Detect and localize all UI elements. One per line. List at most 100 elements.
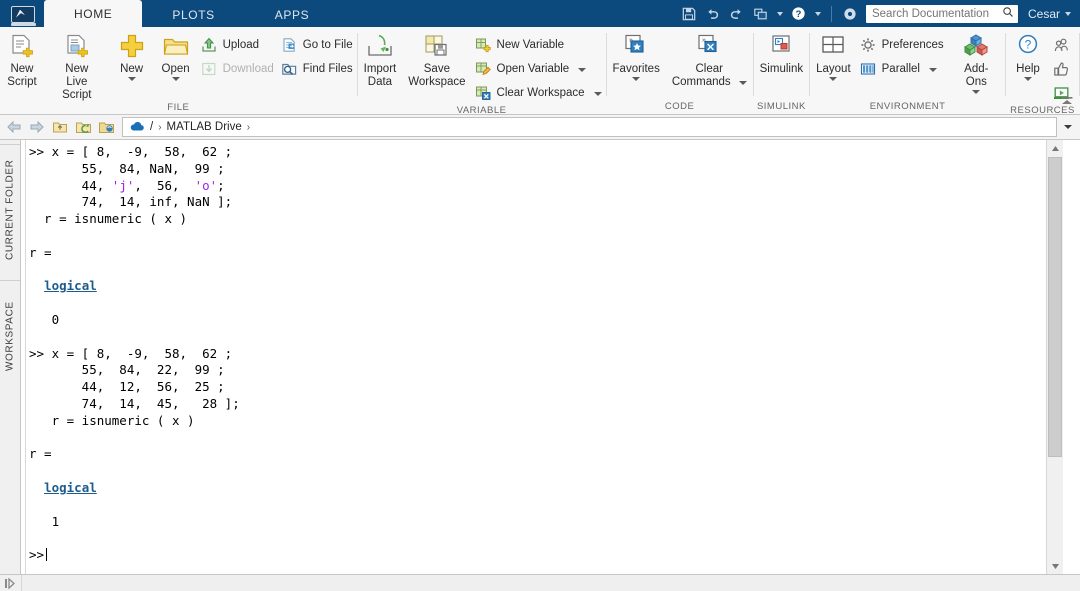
open-variable-button[interactable]: Open Variable	[472, 57, 606, 81]
search-documentation-box[interactable]	[865, 4, 1018, 23]
layout-caret-icon[interactable]	[829, 77, 837, 81]
go-to-file-icon	[280, 36, 298, 54]
preferences-button[interactable]: Preferences	[857, 33, 948, 57]
refresh-folder-icon[interactable]	[73, 117, 93, 137]
new-variable-icon	[474, 36, 492, 54]
new-script-button[interactable]: New Script	[0, 31, 44, 89]
cloud-dot-icon[interactable]	[839, 3, 861, 25]
feedback-button[interactable]	[1050, 57, 1079, 81]
up-folder-icon[interactable]	[50, 117, 70, 137]
doc-link[interactable]: logical	[44, 278, 97, 293]
toolbar-divider	[830, 5, 832, 22]
help-button[interactable]: ? Help	[1006, 31, 1050, 81]
import-data-button[interactable]: Import Data	[358, 31, 403, 89]
new-live-script-button[interactable]: New Live Script	[44, 31, 110, 102]
window-layout-caret-icon[interactable]	[774, 3, 786, 25]
open-button[interactable]: Open	[154, 31, 198, 81]
find-files-label: Find Files	[302, 63, 353, 75]
help-caret-icon-ribbon[interactable]	[1024, 77, 1032, 81]
tab-home[interactable]: HOME	[44, 0, 143, 27]
crumb-matlab-drive[interactable]: MATLAB Drive	[167, 121, 242, 133]
forward-arrow-icon[interactable]	[27, 117, 47, 137]
command-window-output[interactable]: >> x = [ 8, -9, 58, 62 ; 55, 84, NaN, 99…	[21, 140, 1046, 574]
open-caret-icon[interactable]	[172, 77, 180, 81]
command-line: 0	[29, 312, 1046, 329]
download-button[interactable]: Download	[198, 57, 278, 81]
sidebar-item-workspace[interactable]: WORKSPACE	[0, 280, 20, 392]
sidebar-item-current-folder-label: CURRENT FOLDER	[4, 159, 16, 260]
parallel-caret-icon[interactable]	[929, 63, 937, 75]
window-layout-icon[interactable]	[750, 3, 772, 25]
redo-arrow-icon[interactable]	[726, 3, 748, 25]
save-icon[interactable]	[678, 3, 700, 25]
favorites-caret-icon[interactable]	[632, 77, 640, 81]
command-window-scrollbar[interactable]	[1046, 140, 1063, 574]
ribbon-group-environment: Layout Preferences Parallel Add-Ons ENVI…	[810, 27, 1005, 115]
parallel-button[interactable]: Parallel	[857, 57, 948, 81]
scrollbar-thumb[interactable]	[1048, 157, 1062, 457]
open-folder-icon	[162, 31, 190, 61]
simulink-button[interactable]: Simulink	[754, 31, 809, 76]
open-variable-caret-icon[interactable]	[578, 63, 586, 75]
tab-plots[interactable]: PLOTS	[142, 2, 244, 27]
help-caret-icon[interactable]	[812, 3, 824, 25]
ribbon-collapse-icon[interactable]	[1059, 94, 1075, 110]
command-line: r =	[29, 245, 1046, 262]
ribbon-group-simulink-label: SIMULINK	[756, 101, 806, 112]
search-input[interactable]	[869, 6, 1002, 21]
tab-apps[interactable]: APPS	[245, 2, 339, 27]
new-variable-button[interactable]: New Variable	[472, 33, 606, 57]
add-ons-cubes-icon	[962, 31, 990, 61]
undo-arrow-icon[interactable]	[702, 3, 724, 25]
command-window[interactable]: >> x = [ 8, -9, 58, 62 ; 55, 84, NaN, 99…	[21, 140, 1063, 574]
upload-label: Upload	[222, 39, 260, 51]
search-icon[interactable]	[1002, 5, 1014, 23]
expand-panel-icon[interactable]	[0, 577, 21, 589]
new-caret-icon[interactable]	[128, 77, 136, 81]
ribbon-tabs: HOME PLOTS APPS	[44, 0, 339, 27]
add-ons-button[interactable]: Add-Ons	[948, 31, 1005, 94]
browse-folder-icon[interactable]	[96, 117, 116, 137]
clear-commands-caret-icon[interactable]	[739, 76, 747, 89]
address-bar[interactable]: / › MATLAB Drive ›	[122, 117, 1057, 137]
address-dropdown-icon[interactable]	[1060, 117, 1076, 137]
help-label: Help	[1016, 63, 1040, 75]
left-dock-tabs: CURRENT FOLDER WORKSPACE	[0, 140, 21, 574]
clear-workspace-caret-icon[interactable]	[594, 87, 602, 99]
layout-button[interactable]: Layout	[810, 31, 857, 81]
command-blank-line	[29, 262, 1046, 279]
add-ons-caret-icon[interactable]	[972, 90, 980, 94]
ribbon-group-file: New Script New Live Script New Open Uplo…	[0, 27, 357, 115]
community-button[interactable]	[1050, 33, 1079, 57]
title-bar: HOME PLOTS APPS ? Search Documentation C…	[0, 0, 1080, 27]
preferences-label: Preferences	[881, 39, 944, 51]
code-text: 0	[29, 311, 60, 327]
find-files-button[interactable]: Find Files	[278, 57, 357, 81]
code-text: r =	[29, 446, 52, 462]
code-text: ;	[217, 177, 225, 193]
doc-link[interactable]: logical	[44, 480, 97, 495]
upload-button[interactable]: Upload	[198, 33, 278, 57]
code-text: >> x = [ 8, -9, 58, 62 ;	[29, 144, 233, 159]
favorites-button[interactable]: » Favorites	[607, 31, 666, 81]
user-menu-caret-icon[interactable]	[1062, 3, 1074, 25]
scroll-down-button[interactable]	[1047, 558, 1063, 574]
clear-workspace-button[interactable]: Clear Workspace	[472, 81, 606, 105]
ribbon: New Script New Live Script New Open Uplo…	[0, 27, 1080, 116]
help-question-icon[interactable]: ?	[788, 3, 810, 25]
file-small-col-2: Go to File Find Files	[278, 31, 357, 81]
crumb-root[interactable]: /	[150, 121, 153, 133]
clear-workspace-label: Clear Workspace	[496, 87, 585, 99]
sidebar-item-current-folder[interactable]: CURRENT FOLDER	[0, 144, 20, 274]
go-to-file-button[interactable]: Go to File	[278, 33, 357, 57]
code-text: 1	[29, 513, 60, 529]
user-menu-label[interactable]: Cesar	[1028, 7, 1060, 21]
scroll-up-button[interactable]	[1047, 140, 1063, 156]
clear-commands-button[interactable]: » Clear Commands	[666, 31, 753, 89]
file-small-col-1: Upload Download	[198, 31, 278, 81]
code-text: >> x = [ 8, -9, 58, 62 ;	[29, 345, 233, 361]
save-workspace-button[interactable]: Save Workspace	[402, 31, 471, 89]
back-arrow-icon[interactable]	[4, 117, 24, 137]
new-button[interactable]: New	[110, 31, 154, 81]
